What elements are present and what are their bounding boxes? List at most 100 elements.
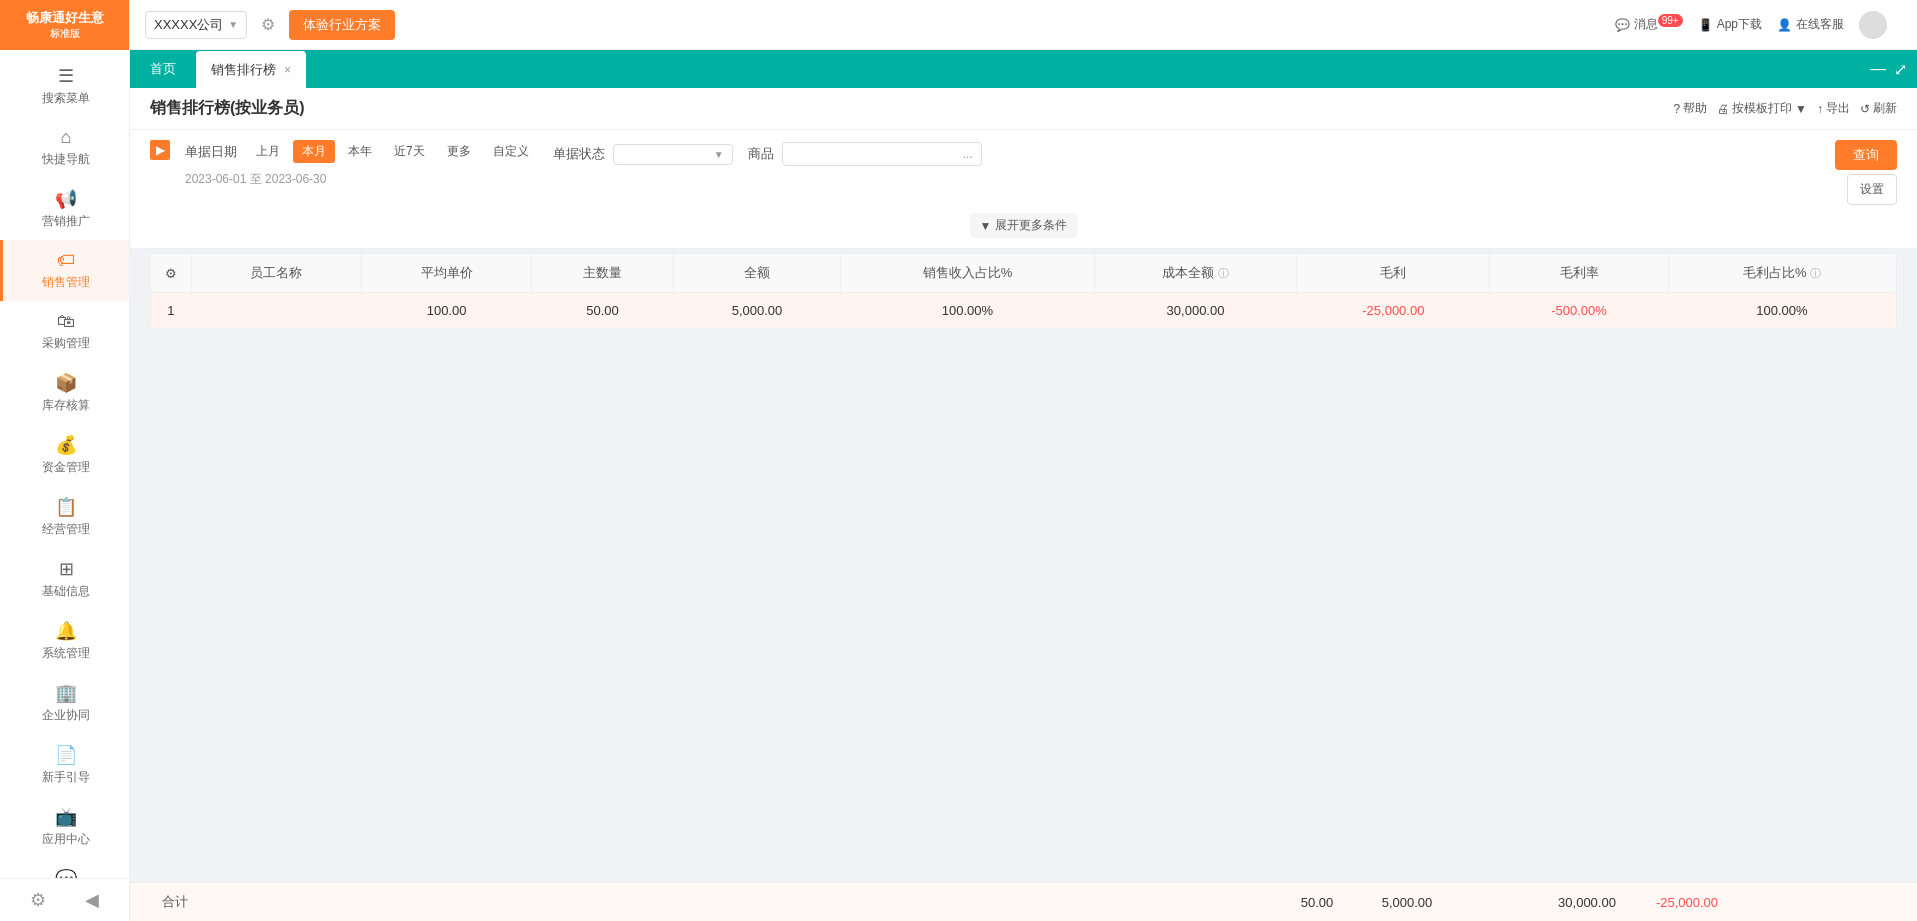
page-content: 销售排行榜(按业务员) ? 帮助 🖨 按模板打印 ▼ ↑ 导出 ↺ 刷新 <box>130 88 1917 921</box>
cell-rank: 1 <box>151 293 191 329</box>
tab-controls: — ⤢ <box>1870 60 1917 79</box>
help-button[interactable]: ? 帮助 <box>1673 100 1707 117</box>
sidebar-item-operation[interactable]: 📋 经营管理 <box>0 486 129 548</box>
th-cost: 成本全额 ⓘ <box>1094 254 1297 293</box>
sidebar-item-purchase[interactable]: 🛍 采购管理 <box>0 301 129 362</box>
message-badge: 99+ <box>1658 14 1683 27</box>
trial-button[interactable]: 体验行业方案 <box>289 10 395 40</box>
goods-label: 商品 <box>748 145 774 163</box>
sidebar-item-inventory[interactable]: 📦 库存核算 <box>0 362 129 424</box>
cell-sales-pct: 100.00% <box>841 293 1095 329</box>
date-tab-prev-month[interactable]: 上月 <box>247 140 289 163</box>
th-gross: 毛利 <box>1297 254 1490 293</box>
sidebar-bottom: ⚙ ◀ <box>0 878 129 921</box>
avatar[interactable] <box>1859 11 1887 39</box>
tab-sales-ranking[interactable]: 销售排行榜 × <box>196 51 306 89</box>
sidebar-item-marketing[interactable]: 📢 营销推广 <box>0 178 129 240</box>
sidebar-item-quick[interactable]: ⌂ 快捷导航 <box>0 117 129 178</box>
filter-mid: 单据状态 ▼ 商品 ... <box>553 140 1820 166</box>
tab-close-icon[interactable]: × <box>284 63 291 77</box>
footer-quantity: 50.00 <box>1277 895 1357 910</box>
date-filter-row: 单据日期 上月 本月 本年 近7天 更多 自定义 <box>185 140 538 163</box>
sidebar-item-label: 系统管理 <box>42 645 90 662</box>
logo: 畅康通好生意 标准版 <box>0 0 129 50</box>
th-gross-rate: 毛利率 <box>1490 254 1668 293</box>
th-settings[interactable]: ⚙ <box>151 254 191 293</box>
cell-employee <box>191 293 361 329</box>
tab-active-label: 销售排行榜 <box>211 61 276 79</box>
date-tab-more[interactable]: 更多 <box>438 140 480 163</box>
service-icon: 👤 <box>1777 18 1792 32</box>
th-gross-pct: 毛利占比% ⓘ <box>1668 254 1895 293</box>
date-tab-7days[interactable]: 近7天 <box>385 140 434 163</box>
tab-home[interactable]: 首页 <box>130 50 196 88</box>
query-button[interactable]: 查询 <box>1835 140 1897 170</box>
sidebar-item-finance[interactable]: 💰 资金管理 <box>0 424 129 486</box>
date-tab-this-month[interactable]: 本月 <box>293 140 335 163</box>
date-tab-this-year[interactable]: 本年 <box>339 140 381 163</box>
tab-maximize-icon[interactable]: ⤢ <box>1894 60 1907 79</box>
export-icon: ↑ <box>1817 102 1823 116</box>
company-dropdown-arrow: ▼ <box>228 19 238 30</box>
refresh-icon: ↺ <box>1860 102 1870 116</box>
company-selector[interactable]: XXXXX公司 ▼ <box>145 11 247 39</box>
refresh-label: 刷新 <box>1873 100 1897 117</box>
status-dropdown-arrow: ▼ <box>714 149 724 160</box>
settings-button[interactable]: 设置 <box>1847 174 1897 205</box>
goods-input[interactable]: ... <box>782 142 982 166</box>
main-area: XXXXX公司 ▼ ⚙ 体验行业方案 💬 消息 99+ 📱 App下载 👤 在线… <box>130 0 1917 921</box>
gear-button[interactable]: ⚙ <box>257 11 279 38</box>
sidebar-item-system[interactable]: 🔔 系统管理 <box>0 610 129 672</box>
footer-inner: 合计 50.00 5,000.00 30,000.00 -25,000.00 <box>150 893 1897 911</box>
tab-minimize-icon[interactable]: — <box>1870 60 1886 78</box>
wechat-icon: 💬 <box>55 868 77 878</box>
filter-left: 单据日期 上月 本月 本年 近7天 更多 自定义 2023-06-01 至 20… <box>185 140 538 188</box>
footer-label: 合计 <box>150 893 230 911</box>
template-print-button[interactable]: 🖨 按模板打印 ▼ <box>1717 100 1807 117</box>
page-actions: ? 帮助 🖨 按模板打印 ▼ ↑ 导出 ↺ 刷新 <box>1673 100 1897 117</box>
print-icon: 🖨 <box>1717 102 1729 116</box>
logo-line2: 标准版 <box>50 27 80 40</box>
message-button[interactable]: 💬 消息 99+ <box>1615 16 1683 33</box>
collapse-icon[interactable]: ◀ <box>85 889 99 911</box>
table-footer: 合计 50.00 5,000.00 30,000.00 -25,000.00 <box>130 882 1917 921</box>
date-tab-custom[interactable]: 自定义 <box>484 140 538 163</box>
settings-icon[interactable]: ⚙ <box>30 889 46 911</box>
th-quantity: 主数量 <box>532 254 674 293</box>
help-label: 帮助 <box>1683 100 1707 117</box>
app-download-label: App下载 <box>1717 16 1762 33</box>
date-range: 2023-06-01 至 2023-06-30 <box>185 171 538 188</box>
message-label: 消息 <box>1634 16 1658 33</box>
apps-icon: 📺 <box>55 806 77 828</box>
th-sales-pct: 销售收入占比% <box>841 254 1095 293</box>
app-icon: 📱 <box>1698 18 1713 32</box>
date-label: 单据日期 <box>185 143 237 161</box>
cost-info-icon[interactable]: ⓘ <box>1218 267 1229 279</box>
sidebar-item-basic[interactable]: ⊞ 基础信息 <box>0 548 129 610</box>
sales-icon: 🏷 <box>57 250 75 271</box>
export-button[interactable]: ↑ 导出 <box>1817 100 1850 117</box>
sidebar-item-apps[interactable]: 📺 应用中心 <box>0 796 129 858</box>
app-download-button[interactable]: 📱 App下载 <box>1698 16 1762 33</box>
sidebar-item-guide[interactable]: 📄 新手引导 <box>0 734 129 796</box>
sidebar-item-sales[interactable]: 🏷 销售管理 <box>0 240 129 301</box>
more-icon[interactable]: ... <box>963 147 973 161</box>
gross-pct-info-icon[interactable]: ⓘ <box>1810 267 1821 279</box>
expand-more-conditions-button[interactable]: ▼ 展开更多条件 <box>970 213 1078 238</box>
filter-right: 查询 设置 <box>1835 140 1897 205</box>
status-select[interactable]: ▼ <box>613 144 733 165</box>
filter-expand-arrow[interactable]: ▶ <box>150 140 170 160</box>
system-icon: 🔔 <box>55 620 77 642</box>
sidebar-item-search[interactable]: ☰ 搜索菜单 <box>0 55 129 117</box>
th-amount: 全额 <box>673 254 840 293</box>
help-icon: ? <box>1673 102 1680 116</box>
footer-cost: 30,000.00 <box>1537 895 1637 910</box>
sidebar-item-label: 快捷导航 <box>42 151 90 168</box>
online-service-button[interactable]: 👤 在线客服 <box>1777 16 1844 33</box>
refresh-button[interactable]: ↺ 刷新 <box>1860 100 1897 117</box>
sidebar-item-corp[interactable]: 🏢 企业协同 <box>0 672 129 734</box>
sidebar-item-label: 搜索菜单 <box>42 90 90 107</box>
sidebar-item-label: 新手引导 <box>42 769 90 786</box>
sidebar-item-wechat[interactable]: 💬 企业微信 <box>0 858 129 878</box>
cell-avg-price: 100.00 <box>361 293 531 329</box>
